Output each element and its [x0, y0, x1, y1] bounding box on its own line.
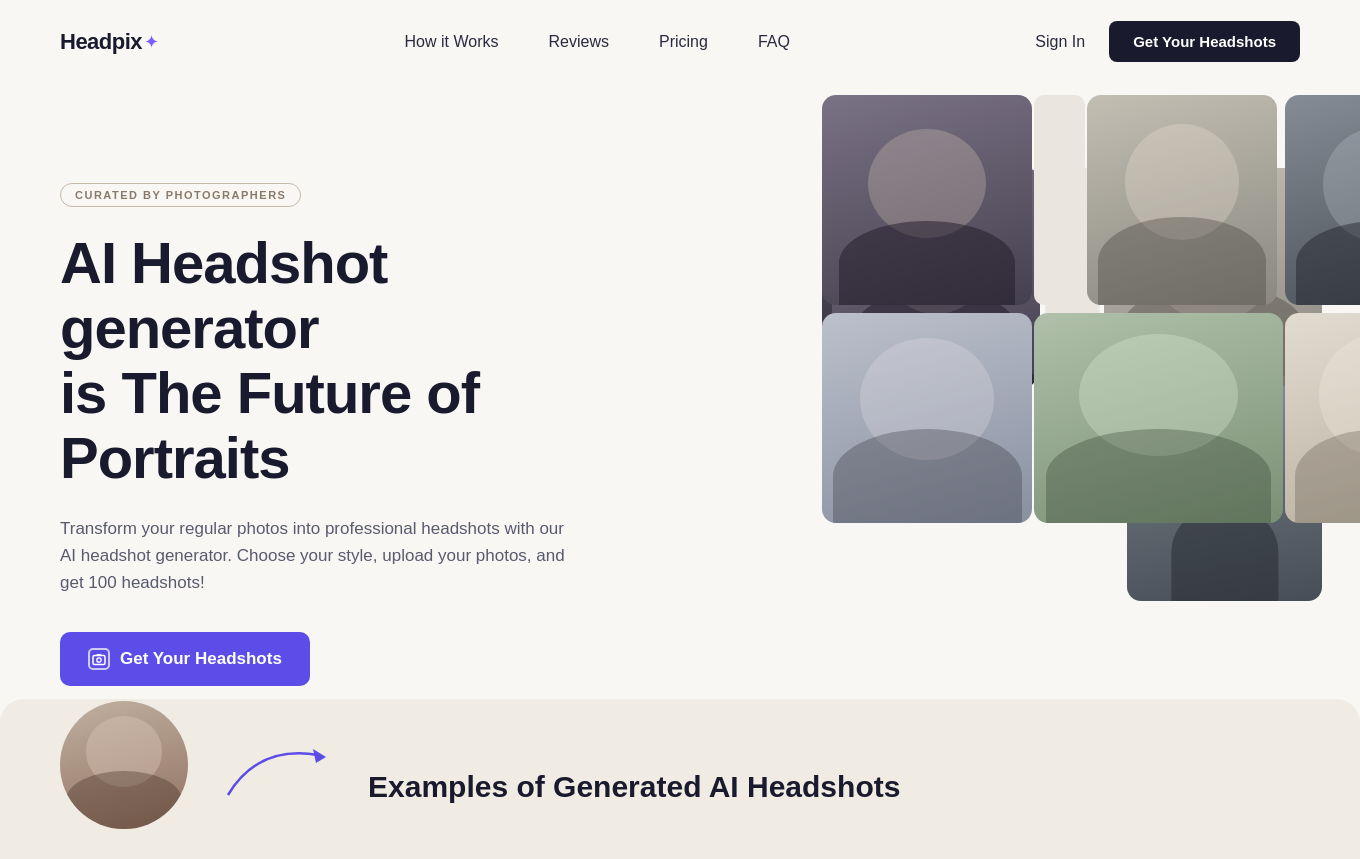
nav-cta-button[interactable]: Get Your Headshots	[1109, 21, 1300, 62]
grid-man3	[1285, 95, 1360, 305]
curated-badge: CURATED BY PHOTOGRAPHERS	[60, 183, 301, 207]
svg-marker-13	[313, 749, 326, 763]
grid-man2	[1087, 95, 1277, 305]
arrow-area	[218, 735, 338, 809]
hero-title-line2: is The Future of Portraits	[60, 360, 479, 490]
hero-grid-overlay	[822, 95, 1322, 645]
hero-subtitle: Transform your regular photos into profe…	[60, 515, 580, 597]
nav-right: Sign In Get Your Headshots	[1035, 21, 1300, 62]
camera-icon	[88, 648, 110, 670]
grid-woman3	[1285, 313, 1360, 523]
bottom-section: Examples of Generated AI Headshots	[0, 699, 1360, 859]
nav-how-it-works[interactable]: How it Works	[405, 33, 499, 50]
grid-woman1	[822, 313, 1032, 523]
svg-rect-2	[97, 654, 102, 656]
grid-woman2	[1034, 313, 1283, 523]
logo-text: Headpix	[60, 29, 142, 55]
svg-rect-0	[93, 656, 105, 665]
grid-man1	[822, 95, 1032, 305]
grid-row-gap	[822, 305, 1360, 313]
sign-in-button[interactable]: Sign In	[1035, 33, 1085, 51]
logo-star: ✦	[144, 31, 159, 53]
nav-pricing[interactable]: Pricing	[659, 33, 708, 50]
hero-title: AI Headshot generator is The Future of P…	[60, 231, 660, 491]
grid-gap-col4	[1277, 95, 1285, 305]
hero-title-line1: AI Headshot generator	[60, 230, 387, 360]
nav-faq[interactable]: FAQ	[758, 33, 790, 50]
navbar: Headpix✦ How it Works Reviews Pricing FA…	[0, 0, 1360, 83]
nav-reviews[interactable]: Reviews	[549, 33, 609, 50]
bottom-section-title: Examples of Generated AI Headshots	[368, 770, 900, 804]
hero-cta-button[interactable]: Get Your Headshots	[60, 632, 310, 686]
nav-links: How it Works Reviews Pricing FAQ	[405, 33, 790, 51]
hero-cta-label: Get Your Headshots	[120, 649, 282, 669]
bottom-avatar	[60, 701, 188, 829]
grid-gap-col2	[1034, 95, 1085, 305]
logo-link[interactable]: Headpix✦	[60, 29, 159, 55]
svg-point-1	[97, 658, 101, 662]
